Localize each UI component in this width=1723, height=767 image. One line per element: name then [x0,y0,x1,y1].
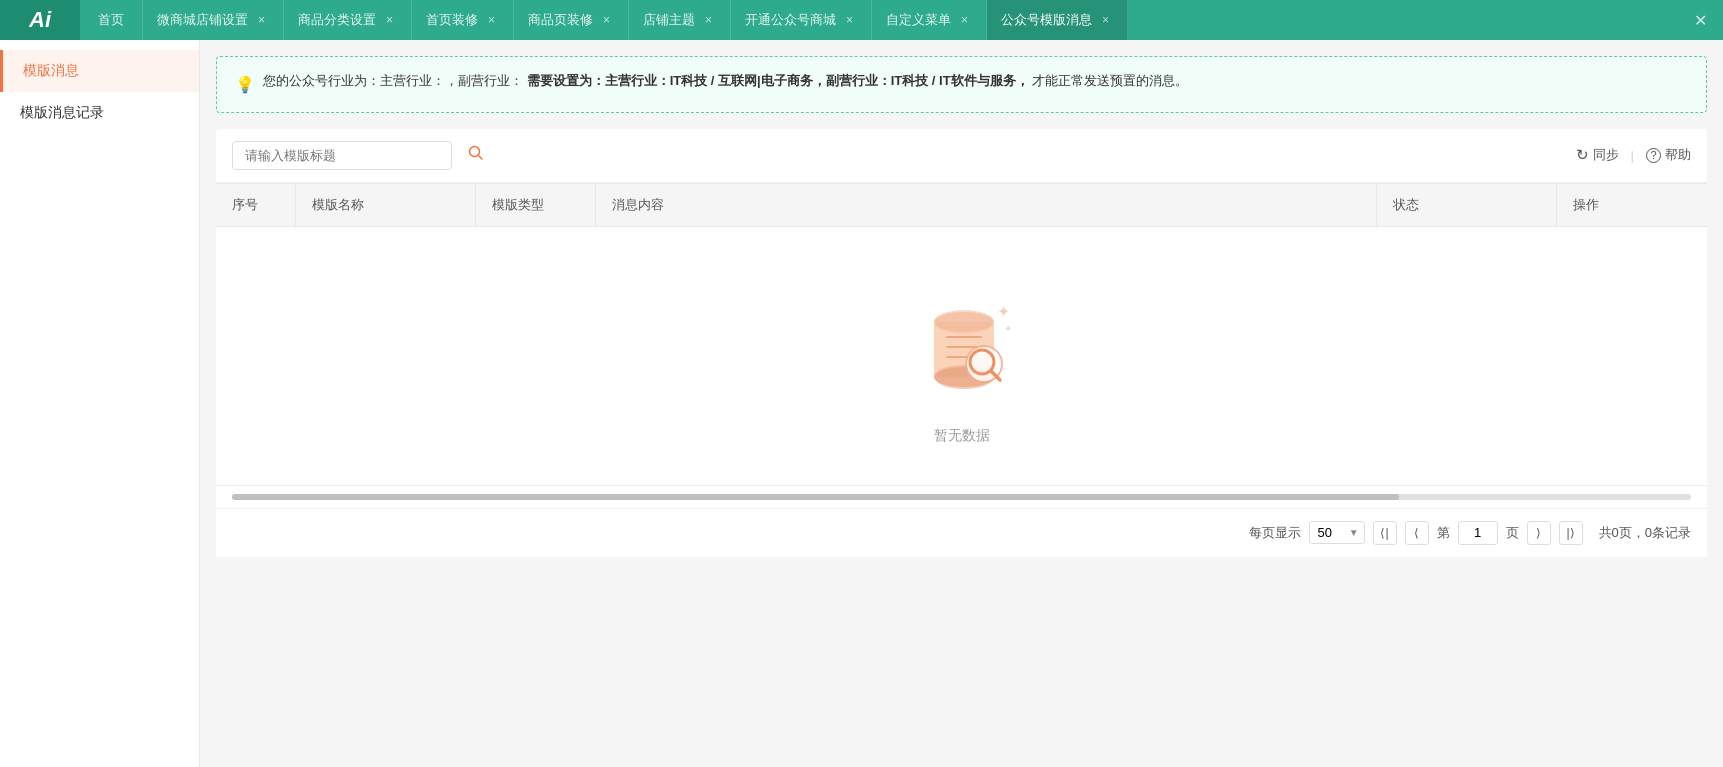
sidebar-item-mobancaidan[interactable]: 模版消息 [0,50,199,92]
sync-button[interactable]: ↻ 同步 [1576,146,1619,164]
tab-dianpuzhuti[interactable]: 店铺主题 × [629,0,731,40]
tab-label-dianpuzhuti: 店铺主题 [643,11,695,29]
col-content: 消息内容 [596,184,1377,226]
tab-label-home: 首页 [98,11,124,29]
tab-gonggonghaomobancaidan[interactable]: 公众号模版消息 × [987,0,1128,40]
toolbar-divider: | [1631,148,1634,163]
col-name: 模版名称 [296,184,476,226]
svg-line-1 [479,156,483,160]
sidebar: 模版消息模版消息记录 [0,40,200,767]
tab-label-zidingyicaidan: 自定义菜单 [886,11,951,29]
page-input[interactable] [1458,521,1498,545]
per-page-label: 每页显示 [1249,524,1301,542]
tab-kaigonggonghaoshangcheng[interactable]: 开通公众号商城 × [731,0,872,40]
search-button[interactable] [460,141,492,169]
first-page-icon2: | [1385,526,1388,540]
notice-prefix: 您的公众号行业为：主营行业：，副营行业： [263,73,523,88]
prev-page-button[interactable]: ⟨ [1405,521,1429,545]
sync-icon: ↻ [1576,146,1589,164]
logo: Ai [0,0,80,40]
main-layout: 模版消息模版消息记录 💡 您的公众号行业为：主营行业：，副营行业： 需要设置为：… [0,40,1723,767]
scrollbar-track [232,494,1691,500]
tab-label-gonggonghaomobancaidan: 公众号模版消息 [1001,11,1092,29]
first-page-button[interactable]: ⟨| [1373,521,1397,545]
tab-close-shangpinzhuangxiu[interactable]: × [599,11,614,29]
help-icon: ? [1646,148,1661,163]
global-close-button[interactable]: ✕ [1678,11,1723,30]
tab-zidingyicaidan[interactable]: 自定义菜单 × [872,0,987,40]
tab-home[interactable]: 首页 [80,0,143,40]
next-page-button[interactable]: ⟩ [1527,521,1551,545]
tab-bar: 首页微商城店铺设置×商品分类设置×首页装修×商品页装修×店铺主题×开通公众号商城… [80,0,1678,40]
sync-label: 同步 [1593,146,1619,164]
tab-close-gonggonghaomobancaidan[interactable]: × [1098,11,1113,29]
scrollbar-area[interactable] [216,485,1707,508]
last-page-icon2: ⟩ [1570,526,1575,540]
tab-close-shangpinfenlei[interactable]: × [382,11,397,29]
tab-shouyezhuangxiu[interactable]: 首页装修 × [412,0,514,40]
notice-icon: 💡 [235,72,255,98]
table-container: 序号 模版名称 模版类型 消息内容 状态 操作 [216,183,1707,557]
search-left [232,141,492,170]
table-header: 序号 模版名称 模版类型 消息内容 状态 操作 [216,183,1707,227]
svg-text:✦: ✦ [997,303,1010,320]
per-page-select-wrapper: 50 10 20 100 ▼ [1309,521,1365,544]
col-type: 模版类型 [476,184,596,226]
next-page-icon: ⟩ [1536,526,1541,540]
help-label: 帮助 [1665,146,1691,164]
search-toolbar: ↻ 同步 | ? 帮助 [216,129,1707,183]
tab-close-weishangcheng[interactable]: × [254,11,269,29]
tab-shangpinfenlei[interactable]: 商品分类设置 × [284,0,412,40]
toolbar-right: ↻ 同步 | ? 帮助 [1576,146,1691,164]
empty-state-icon: ✦ ✦ [902,287,1022,407]
per-page-select[interactable]: 50 10 20 100 [1309,521,1365,544]
svg-text:✦: ✦ [1004,323,1012,334]
sidebar-item-mobancaidanjilu[interactable]: 模版消息记录 [0,92,199,134]
tab-label-shangpinfenlei: 商品分类设置 [298,11,376,29]
empty-state: ✦ ✦ 暂无数据 [216,227,1707,485]
pagination: 每页显示 50 10 20 100 ▼ ⟨| ⟨ 第 [216,508,1707,557]
notice-box: 💡 您的公众号行业为：主营行业：，副营行业： 需要设置为：主营行业：IT科技 /… [216,56,1707,113]
prev-page-icon: ⟨ [1414,526,1419,540]
notice-highlight: 需要设置为：主营行业：IT科技 / 互联网|电子商务，副营行业：IT科技 / I… [527,73,1029,88]
notice-text: 您的公众号行业为：主营行业：，副营行业： 需要设置为：主营行业：IT科技 / 互… [263,71,1688,92]
total-info: 共0页，0条记录 [1599,524,1691,542]
tab-shangpinzhuangxiu[interactable]: 商品页装修 × [514,0,629,40]
search-icon [468,145,484,161]
page-suffix: 页 [1506,524,1519,542]
top-nav: Ai 首页微商城店铺设置×商品分类设置×首页装修×商品页装修×店铺主题×开通公众… [0,0,1723,40]
tab-close-kaigonggonghaoshangcheng[interactable]: × [842,11,857,29]
tab-label-kaigonggonghaoshangcheng: 开通公众号商城 [745,11,836,29]
svg-point-5 [934,312,994,332]
content-area: 💡 您的公众号行业为：主营行业：，副营行业： 需要设置为：主营行业：IT科技 /… [200,40,1723,767]
scrollbar-thumb [232,494,1399,500]
col-status: 状态 [1377,184,1557,226]
tab-label-shangpinzhuangxiu: 商品页装修 [528,11,593,29]
tab-weishangcheng[interactable]: 微商城店铺设置 × [143,0,284,40]
col-seq: 序号 [216,184,296,226]
tab-close-dianpuzhuti[interactable]: × [701,11,716,29]
empty-text: 暂无数据 [934,427,990,445]
search-input[interactable] [232,141,452,170]
page-prefix: 第 [1437,524,1450,542]
col-action: 操作 [1557,184,1707,226]
last-page-button[interactable]: |⟩ [1559,521,1583,545]
help-button[interactable]: ? 帮助 [1646,146,1691,164]
tab-label-weishangcheng: 微商城店铺设置 [157,11,248,29]
tab-label-shouyezhuangxiu: 首页装修 [426,11,478,29]
notice-suffix: 才能正常发送预置的消息。 [1032,73,1188,88]
tab-close-shouyezhuangxiu[interactable]: × [484,11,499,29]
tab-close-zidingyicaidan[interactable]: × [957,11,972,29]
